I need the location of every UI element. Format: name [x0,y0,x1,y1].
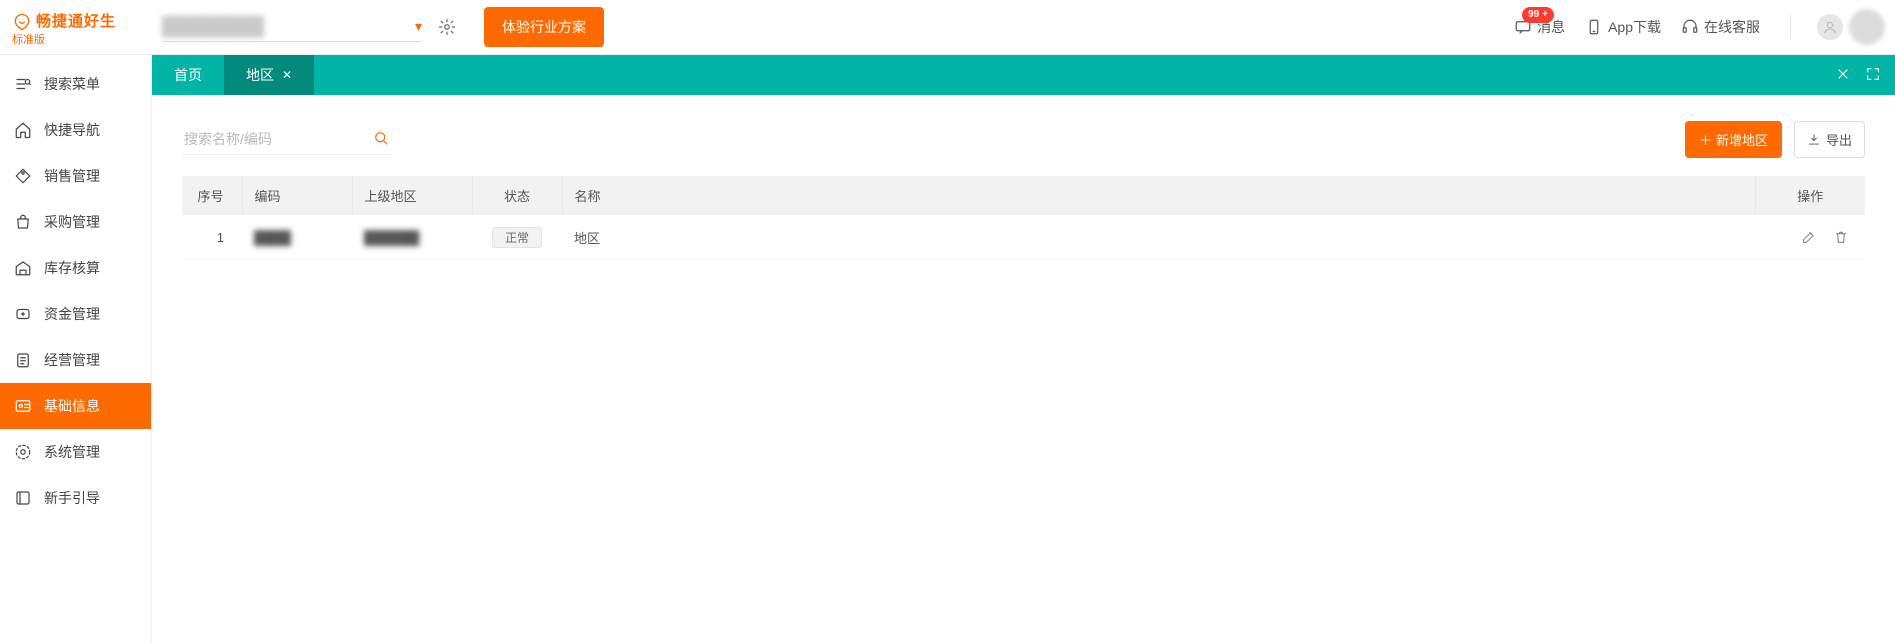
company-name: ████████ [162,16,405,37]
logo-icon [12,12,32,32]
tag-icon [14,167,32,185]
sidebar-item-label: 搜索菜单 [44,74,100,94]
main-area: 首页 地区 ✕ [152,55,1895,643]
divider [1790,15,1791,39]
search-icon[interactable] [372,129,390,150]
sidebar-item-guide[interactable]: 新手引导 [0,475,151,521]
sidebar-item-label: 经营管理 [44,350,100,370]
sidebar-item-label: 采购管理 [44,212,100,232]
sidebar-item-label: 资金管理 [44,304,100,324]
sidebar-item-label: 销售管理 [44,166,100,186]
messages-link[interactable]: 99 + 消息 [1514,17,1565,37]
system-icon [14,443,32,461]
home-icon [14,121,32,139]
fullscreen-button[interactable] [1865,66,1881,85]
clipboard-icon [14,351,32,369]
cell-name: 地区 [562,215,1755,260]
sidebar-item-funds[interactable]: 资金管理 [0,291,151,337]
button-label: 导出 [1826,130,1852,149]
messages-badge: 99 + [1522,7,1554,23]
app-header: 畅捷通好生 标准版 ████████ ▾ 体验行业方案 99 + 消息 App下… [0,0,1895,55]
logo-text: 畅捷通好生 [36,14,116,31]
search-field[interactable] [182,125,392,155]
search-menu-icon [14,75,32,93]
card-icon [14,397,32,415]
sidebar-item-sales[interactable]: 销售管理 [0,153,151,199]
avatar [1849,9,1885,45]
content: ＋ 新增地区 导出 序号 编码 上级地区 状态 名称 操作 [152,95,1895,286]
tab-home[interactable]: 首页 [152,55,224,95]
header-links: 99 + 消息 App下载 在线客服 [1514,9,1885,45]
sidebar-item-system[interactable]: 系统管理 [0,429,151,475]
export-button[interactable]: 导出 [1794,121,1865,158]
company-selector[interactable]: ████████ ▾ [162,12,422,42]
cell-status: 正常 [472,215,562,260]
sidebar-item-basicinfo[interactable]: 基础信息 [0,383,151,429]
close-icon [1835,66,1851,82]
add-region-button[interactable]: ＋ 新增地区 [1685,121,1782,158]
col-parent: 上级地区 [352,176,472,215]
logo: 畅捷通好生 标准版 [0,7,126,46]
app-download-label: App下载 [1608,17,1661,37]
sidebar-item-label: 快捷导航 [44,120,100,140]
sidebar-item-operation[interactable]: 经营管理 [0,337,151,383]
region-table: 序号 编码 上级地区 状态 名称 操作 1 ████ ██████ 正常 [182,176,1865,260]
guide-icon [14,489,32,507]
edit-button[interactable] [1797,225,1821,249]
bag-icon [14,213,32,231]
sidebar-item-search[interactable]: 搜索菜单 [0,61,151,107]
trash-icon [1833,229,1849,245]
table-row: 1 ████ ██████ 正常 地区 [182,215,1865,260]
app-download-link[interactable]: App下载 [1585,17,1661,37]
search-input[interactable] [184,131,372,147]
col-ops: 操作 [1755,176,1865,215]
money-icon [14,305,32,323]
button-label: 新增地区 [1716,130,1768,149]
cell-ops [1755,215,1865,260]
status-badge: 正常 [492,227,542,248]
close-all-tabs-button[interactable] [1835,66,1851,85]
avatar-small-icon [1817,14,1843,40]
tabs-bar: 首页 地区 ✕ [152,55,1895,95]
sidebar: 搜索菜单 快捷导航 销售管理 采购管理 库存核算 资金管理 经营管理 基础信息 [0,55,152,643]
tab-label: 地区 [246,65,274,85]
gear-icon [438,18,456,36]
export-icon [1807,133,1821,147]
cell-code: ████ [242,215,352,260]
toolbar: ＋ 新增地区 导出 [182,121,1865,158]
col-status: 状态 [472,176,562,215]
support-link[interactable]: 在线客服 [1681,17,1760,37]
sidebar-item-purchase[interactable]: 采购管理 [0,199,151,245]
user-menu[interactable] [1817,9,1885,45]
phone-icon [1585,18,1603,36]
plus-icon: ＋ [1699,130,1712,149]
delete-button[interactable] [1829,225,1853,249]
settings-button[interactable] [430,10,464,44]
chevron-down-icon: ▾ [415,18,422,35]
support-label: 在线客服 [1704,17,1760,37]
cell-seq: 1 [182,215,242,260]
col-code: 编码 [242,176,352,215]
col-seq: 序号 [182,176,242,215]
col-name: 名称 [562,176,1755,215]
cell-parent: ██████ [352,215,472,260]
expand-icon [1865,66,1881,82]
tab-label: 首页 [174,65,202,85]
edit-icon [1801,229,1817,245]
edition-label: 标准版 [12,34,116,46]
sidebar-item-label: 系统管理 [44,442,100,462]
close-icon[interactable]: ✕ [282,68,292,82]
cta-button[interactable]: 体验行业方案 [484,7,604,47]
tab-region[interactable]: 地区 ✕ [224,55,314,95]
sidebar-item-label: 新手引导 [44,488,100,508]
sidebar-item-label: 库存核算 [44,258,100,278]
warehouse-icon [14,259,32,277]
headset-icon [1681,18,1699,36]
sidebar-item-inventory[interactable]: 库存核算 [0,245,151,291]
sidebar-item-quicknav[interactable]: 快捷导航 [0,107,151,153]
sidebar-item-label: 基础信息 [44,396,100,416]
